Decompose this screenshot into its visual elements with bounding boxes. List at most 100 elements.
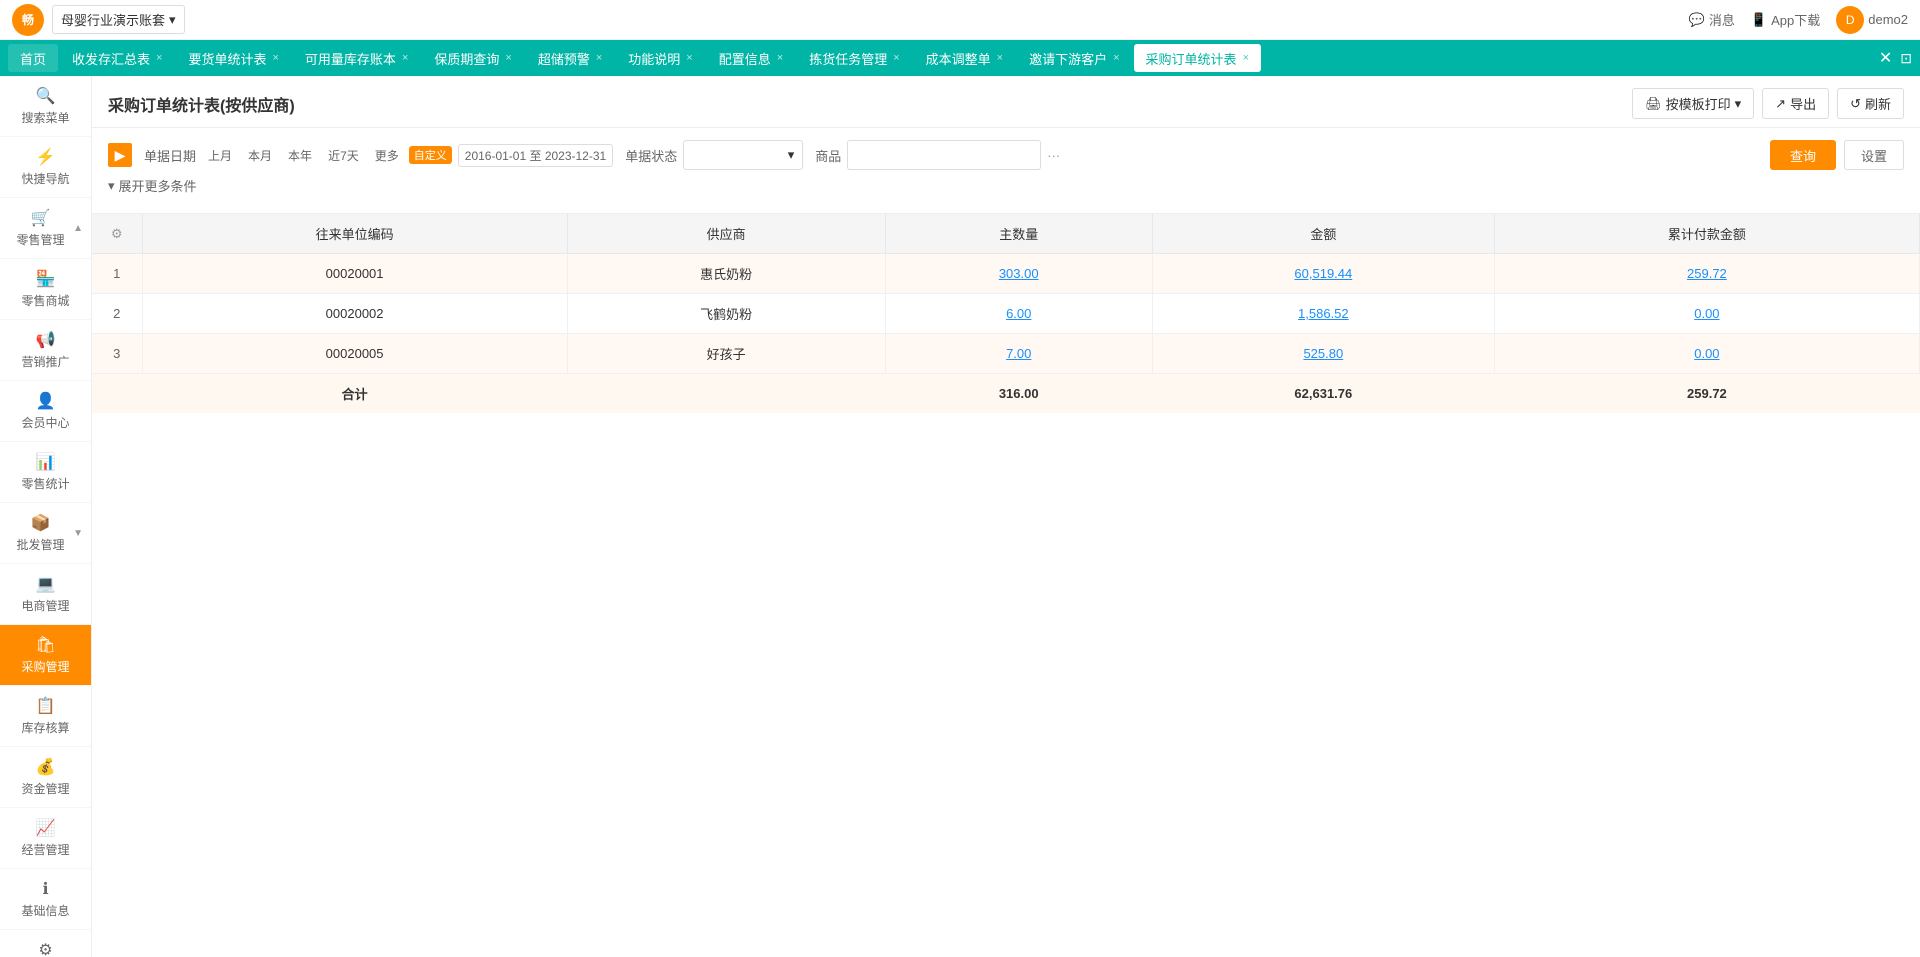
tab-collect-send[interactable]: 收发存汇总表 × [60,44,174,72]
tab-home[interactable]: 首页 [8,44,58,72]
status-select[interactable]: ▾ [683,140,803,170]
tab-close-icon[interactable]: × [1243,52,1249,64]
sidebar: 🔍 搜索菜单 ⚡ 快捷导航 🛒 零售管理 ▲ 🏪 零售商城 📢 营销推广 👤 会… [0,76,92,957]
tab-config-info[interactable]: 配置信息 × [707,44,795,72]
tab-close-icon[interactable]: × [596,52,602,64]
sidebar-item-basic-info[interactable]: ℹ 基础信息 [0,869,91,930]
date-range-display[interactable]: 2016-01-01 至 2023-12-31 [458,144,613,167]
app-download-button[interactable]: 📱 App下载 [1751,10,1820,29]
expand-tabs-icon[interactable]: ⊡ [1900,50,1912,67]
this-month-btn[interactable]: 本月 [242,145,278,166]
workspace-label: 母婴行业演示账套 [61,10,165,29]
row-quantity[interactable]: 6.00 [885,294,1152,334]
row-paid[interactable]: 0.00 [1494,294,1919,334]
row-paid[interactable]: 0.00 [1494,334,1919,374]
row-supplier: 好孩子 [567,334,885,374]
tab-close-icon[interactable]: × [272,52,278,64]
tab-close-icon[interactable]: × [505,52,511,64]
row-supplier: 飞鹤奶粉 [567,294,885,334]
sidebar-item-search[interactable]: 🔍 搜索菜单 [0,76,91,137]
tab-cost-adjust[interactable]: 成本调整单 × [914,44,1015,72]
tab-warranty[interactable]: 保质期查询 × [422,44,523,72]
username-label: demo2 [1868,12,1908,27]
sidebar-item-system-mgmt[interactable]: ⚙ 系统管理 [0,930,91,957]
tab-label: 配置信息 [719,49,771,68]
row-amount[interactable]: 525.80 [1152,334,1494,374]
workspace-selector[interactable]: 母婴行业演示账套 ▾ [52,5,185,34]
row-quantity[interactable]: 303.00 [885,254,1152,294]
sidebar-label: 采购管理 [21,658,69,675]
sidebar-item-quick-nav[interactable]: ⚡ 快捷导航 [0,137,91,198]
sidebar-label: 资金管理 [21,780,69,797]
tab-picking-task[interactable]: 拣货任务管理 × [797,44,911,72]
column-settings-icon[interactable]: ⚙ [111,226,123,241]
sidebar-label: 电商管理 [21,597,69,614]
sidebar-item-retail-mgmt[interactable]: 🛒 零售管理 ▲ [0,198,91,259]
goods-input[interactable] [847,140,1041,170]
last-7-days-btn[interactable]: 近7天 [322,145,365,166]
tab-function-desc[interactable]: 功能说明 × [616,44,704,72]
template-print-button[interactable]: 🖨 按模板打印 ▾ [1632,88,1754,119]
export-icon: ↗ [1775,96,1786,112]
sidebar-item-inventory-check[interactable]: 📋 库存核算 [0,686,91,747]
close-all-icon[interactable]: ✕ [1879,48,1892,68]
table-body: 1 00020001 惠氏奶粉 303.00 60,519.44 259.72 … [92,254,1920,374]
app-icon: 📱 [1751,12,1767,28]
row-paid[interactable]: 259.72 [1494,254,1919,294]
tab-label: 首页 [20,49,46,68]
row-amount[interactable]: 60,519.44 [1152,254,1494,294]
tab-close-icon[interactable]: × [997,52,1003,64]
tab-label: 采购订单统计表 [1146,49,1237,68]
chevron-up-icon: ▲ [73,223,83,234]
row-amount[interactable]: 1,586.52 [1152,294,1494,334]
expand-more-filters[interactable]: ▾ 展开更多条件 [108,170,1904,201]
top-bar-left: 畅 母婴行业演示账套 ▾ [12,4,185,36]
sidebar-item-marketing[interactable]: 📢 营销推广 [0,320,91,381]
tab-invite-downstream[interactable]: 邀请下游客户 × [1017,44,1131,72]
tab-close-icon[interactable]: × [893,52,899,64]
row-code: 00020005 [142,334,567,374]
data-table: ⚙ 往来单位编码 供应商 主数量 金额 累计付款金额 1 00020001 惠氏… [92,214,1920,413]
nav-tab-close-all: ✕ ⊡ [1879,48,1912,68]
this-year-btn[interactable]: 本年 [282,145,318,166]
sidebar-label: 批发管理 [17,536,65,553]
more-filters-icon[interactable]: ··· [1047,148,1060,163]
tab-purchase-order-stats[interactable]: 采购订单统计表 × [1134,44,1261,72]
chevron-down-icon: ▼ [73,528,83,539]
sidebar-item-capital-mgmt[interactable]: 💰 资金管理 [0,747,91,808]
tab-available-stock[interactable]: 可用量库存账本 × [293,44,420,72]
date-filter: 单据日期 上月 本月 本年 近7天 更多 自定义 2016-01-01 至 20… [144,144,613,167]
sidebar-item-purchase-mgmt[interactable]: 🛍 采购管理 [0,625,91,686]
sidebar-item-retail-shop[interactable]: 🏪 零售商城 [0,259,91,320]
row-quantity[interactable]: 7.00 [885,334,1152,374]
last-month-btn[interactable]: 上月 [202,145,238,166]
sidebar-item-ecommerce-mgmt[interactable]: 💻 电商管理 [0,564,91,625]
retail-mgmt-icon: 🛒 [31,208,51,228]
tab-close-icon[interactable]: × [686,52,692,64]
export-button[interactable]: ↗ 导出 [1762,88,1829,119]
more-dates-btn[interactable]: 更多 [369,145,405,166]
content-area: 采购订单统计表(按供应商) 🖨 按模板打印 ▾ ↗ 导出 ↺ 刷新 [92,76,1920,957]
sidebar-item-member-center[interactable]: 👤 会员中心 [0,381,91,442]
sidebar-item-wholesale-mgmt[interactable]: 📦 批发管理 ▼ [0,503,91,564]
sidebar-label: 基础信息 [21,902,69,919]
tab-overstock-warning[interactable]: 超储预警 × [526,44,614,72]
tab-close-icon[interactable]: × [1113,52,1119,64]
sidebar-item-operation-mgmt[interactable]: 📈 经营管理 [0,808,91,869]
query-button[interactable]: 查询 [1770,140,1836,170]
filter-toggle-button[interactable]: ▶ [108,143,132,167]
tab-close-icon[interactable]: × [156,52,162,64]
message-button[interactable]: 💬 消息 [1689,10,1735,29]
tab-close-icon[interactable]: × [402,52,408,64]
footer-empty1 [92,374,142,414]
top-bar: 畅 母婴行业演示账套 ▾ 💬 消息 📱 App下载 D demo2 [0,0,1920,40]
user-menu[interactable]: D demo2 [1836,6,1908,34]
col-settings: ⚙ [92,214,142,254]
tab-requisition-stats[interactable]: 要货单统计表 × [176,44,290,72]
col-amount: 金额 [1152,214,1494,254]
sidebar-item-retail-stats[interactable]: 📊 零售统计 [0,442,91,503]
tab-close-icon[interactable]: × [777,52,783,64]
refresh-button[interactable]: ↺ 刷新 [1837,88,1904,119]
settings-button[interactable]: 设置 [1844,140,1904,170]
page-title: 采购订单统计表(按供应商) [108,92,295,116]
